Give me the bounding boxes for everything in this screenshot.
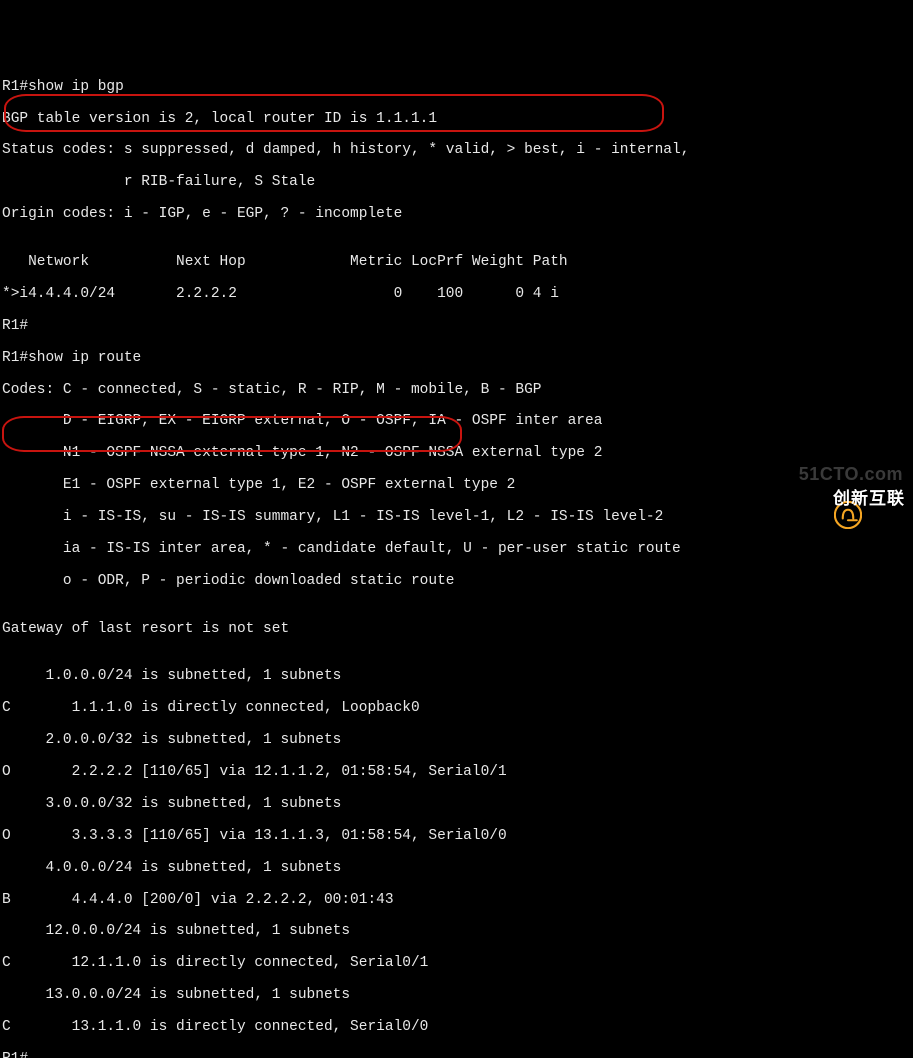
watermark: 51CTO.com 创新互联 — [789, 481, 913, 515]
terminal-line: O 3.3.3.3 [110/65] via 13.1.1.3, 01:58:5… — [2, 829, 913, 845]
terminal-line: C 13.1.1.0 is directly connected, Serial… — [2, 1020, 913, 1036]
terminal-line: C 1.1.1.0 is directly connected, Loopbac… — [2, 701, 913, 717]
terminal-line: R1# — [2, 1052, 913, 1058]
terminal-line: BGP table version is 2, local router ID … — [2, 112, 913, 128]
watermark-faded-text: 51CTO.com — [799, 465, 903, 485]
terminal-line: Gateway of last resort is not set — [2, 622, 913, 638]
terminal-line: Codes: C - connected, S - static, R - RI… — [2, 383, 913, 399]
terminal-line: E1 - OSPF external type 1, E2 - OSPF ext… — [2, 478, 913, 494]
terminal-line: B 4.4.4.0 [200/0] via 2.2.2.2, 00:01:43 — [2, 893, 913, 909]
terminal-line: i - IS-IS, su - IS-IS summary, L1 - IS-I… — [2, 510, 913, 526]
terminal-line: *>i4.4.4.0/24 2.2.2.2 0 100 0 4 i — [2, 287, 913, 303]
terminal-line: 4.0.0.0/24 is subnetted, 1 subnets — [2, 861, 913, 877]
terminal-line: 13.0.0.0/24 is subnetted, 1 subnets — [2, 988, 913, 1004]
terminal-line: r RIB-failure, S Stale — [2, 175, 913, 191]
terminal-line: o - ODR, P - periodic downloaded static … — [2, 574, 913, 590]
terminal-line: N1 - OSPF NSSA external type 1, N2 - OSP… — [2, 446, 913, 462]
terminal-line: R1#show ip bgp — [2, 80, 913, 96]
terminal-line: Network Next Hop Metric LocPrf Weight Pa… — [2, 255, 913, 271]
terminal-line: R1# — [2, 319, 913, 335]
terminal-line: R1#show ip route — [2, 351, 913, 367]
terminal-output[interactable]: R1#show ip bgp BGP table version is 2, l… — [2, 64, 913, 1058]
terminal-line: Origin codes: i - IGP, e - EGP, ? - inco… — [2, 207, 913, 223]
watermark-text: 创新互联 — [833, 490, 905, 509]
terminal-line: ia - IS-IS inter area, * - candidate def… — [2, 542, 913, 558]
terminal-line: 1.0.0.0/24 is subnetted, 1 subnets — [2, 669, 913, 685]
terminal-line: D - EIGRP, EX - EIGRP external, O - OSPF… — [2, 414, 913, 430]
terminal-line: 12.0.0.0/24 is subnetted, 1 subnets — [2, 924, 913, 940]
terminal-line: 3.0.0.0/32 is subnetted, 1 subnets — [2, 797, 913, 813]
terminal-line: Status codes: s suppressed, d damped, h … — [2, 143, 913, 159]
terminal-line: 2.0.0.0/32 is subnetted, 1 subnets — [2, 733, 913, 749]
watermark-logo-icon — [799, 485, 827, 513]
terminal-line: C 12.1.1.0 is directly connected, Serial… — [2, 956, 913, 972]
terminal-line: O 2.2.2.2 [110/65] via 12.1.1.2, 01:58:5… — [2, 765, 913, 781]
